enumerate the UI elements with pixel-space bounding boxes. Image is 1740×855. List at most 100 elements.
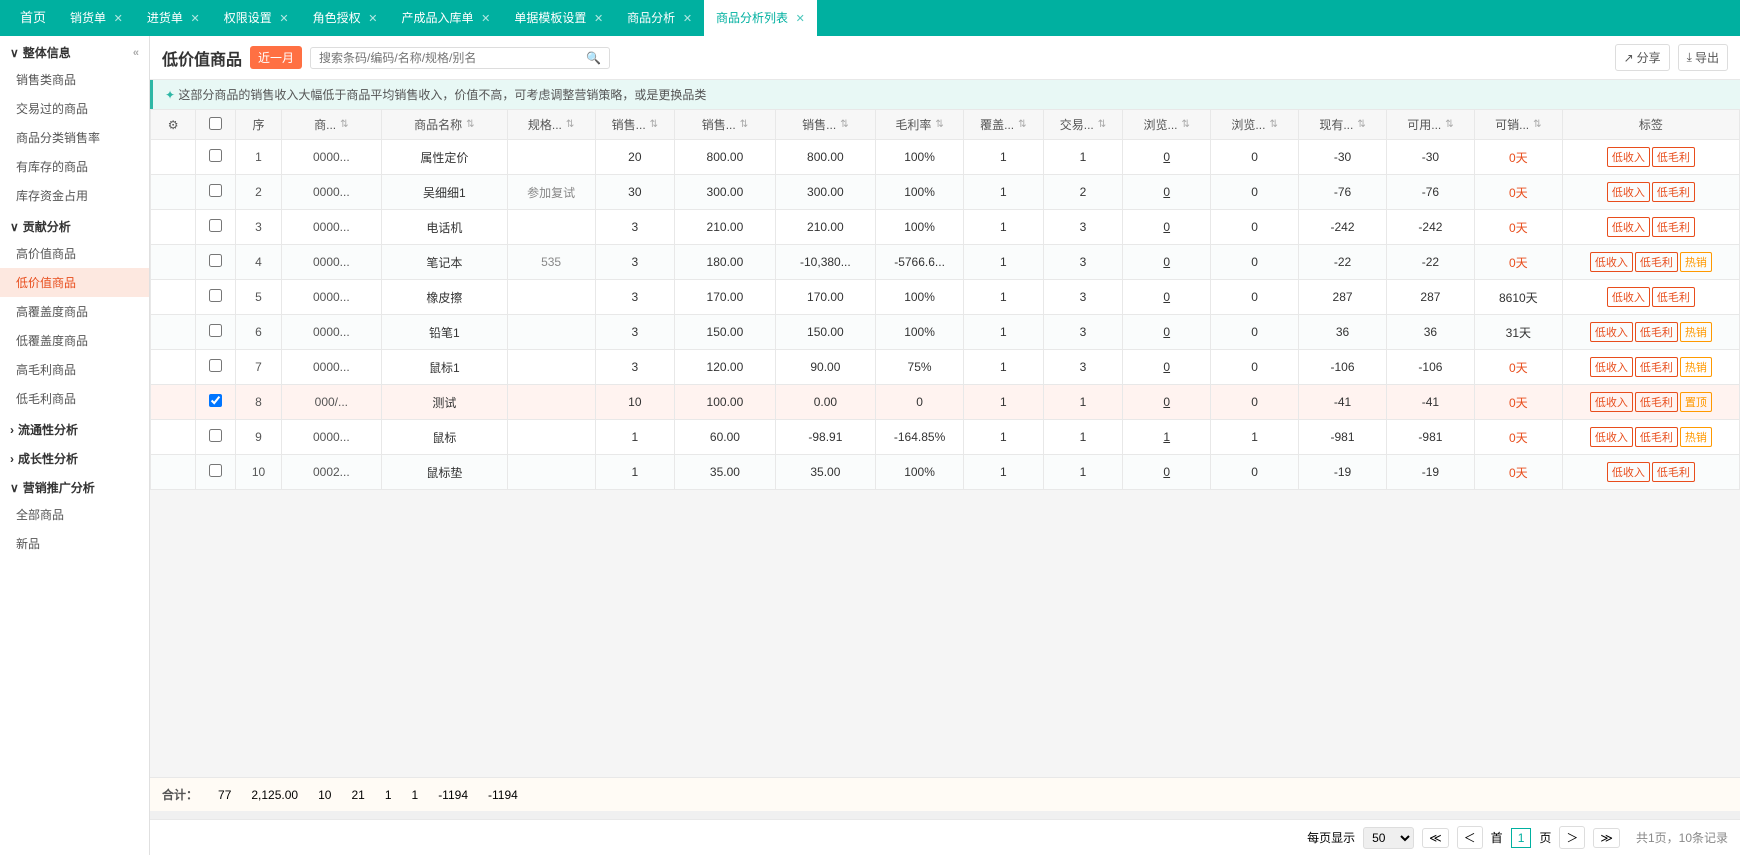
nav-item-product-analysis-list[interactable]: 商品分析列表 ✕: [704, 0, 817, 36]
sidebar-collapse-icon[interactable]: «: [133, 47, 139, 59]
row-browse1[interactable]: 0: [1123, 175, 1211, 210]
row-select-checkbox[interactable]: [209, 149, 222, 162]
row-browse1[interactable]: 0: [1123, 280, 1211, 315]
page-size-select[interactable]: 50 100 200: [1363, 827, 1414, 849]
col-header-sales-amt[interactable]: 销售...⇅: [675, 110, 775, 140]
sidebar: ∨ 整体信息 « 销售类商品 交易过的商品 商品分类销售率 有库存的商品 库存资…: [0, 36, 150, 855]
sidebar-item-new-goods[interactable]: 新品: [0, 529, 149, 558]
last-page-button[interactable]: ≫: [1593, 828, 1620, 848]
nav-item-permissions[interactable]: 权限设置 ✕: [212, 0, 301, 36]
row-select-checkbox[interactable]: [209, 394, 222, 407]
row-days: 0天: [1474, 140, 1562, 175]
row-days: 0天: [1474, 175, 1562, 210]
row-browse1[interactable]: 0: [1123, 210, 1211, 245]
sidebar-item-sales-goods[interactable]: 销售类商品: [0, 65, 149, 94]
row-checkbox[interactable]: [196, 350, 236, 385]
sidebar-item-traded-goods[interactable]: 交易过的商品: [0, 94, 149, 123]
nav-item-home[interactable]: 首页: [8, 0, 58, 36]
row-settings: [151, 420, 196, 455]
row-select-checkbox[interactable]: [209, 184, 222, 197]
nav-close-product-analysis-list[interactable]: ✕: [796, 13, 805, 25]
col-header-gross[interactable]: 毛利率⇅: [876, 110, 964, 140]
first-page-button[interactable]: ≪: [1422, 828, 1449, 848]
sidebar-item-low-coverage[interactable]: 低覆盖度商品: [0, 326, 149, 355]
sidebar-item-capital-occupation[interactable]: 库存资金占用: [0, 181, 149, 210]
sidebar-item-low-value[interactable]: 低价值商品: [0, 268, 149, 297]
nav-close-purchase[interactable]: ✕: [191, 13, 200, 25]
nav-item-sales[interactable]: 销货单 ✕: [58, 0, 135, 36]
nav-close-product-analysis[interactable]: ✕: [683, 13, 692, 25]
search-input[interactable]: [319, 51, 582, 65]
col-header-spec[interactable]: 规格...⇅: [507, 110, 595, 140]
col-header-sales-qty[interactable]: 销售...⇅: [595, 110, 675, 140]
col-header-stock[interactable]: 现有...⇅: [1299, 110, 1387, 140]
col-header-name[interactable]: 商品名称⇅: [382, 110, 508, 140]
search-icon[interactable]: 🔍: [586, 51, 601, 65]
row-select-checkbox[interactable]: [209, 359, 222, 372]
nav-close-permissions[interactable]: ✕: [279, 13, 288, 25]
sidebar-item-high-coverage[interactable]: 高覆盖度商品: [0, 297, 149, 326]
col-header-cover[interactable]: 覆盖...⇅: [964, 110, 1044, 140]
table-row: 3 0000... 电话机 3 210.00 210.00 100% 1 3 0…: [151, 210, 1740, 245]
sidebar-group-overall[interactable]: ∨ 整体信息 «: [0, 36, 149, 65]
sidebar-item-all-goods[interactable]: 全部商品: [0, 500, 149, 529]
col-header-avail[interactable]: 可用...⇅: [1386, 110, 1474, 140]
col-header-salable[interactable]: 可销...⇅: [1474, 110, 1562, 140]
horizontal-scrollbar[interactable]: [150, 811, 1740, 819]
row-select-checkbox[interactable]: [209, 254, 222, 267]
share-button[interactable]: ↗ 分享: [1615, 44, 1670, 71]
row-browse1[interactable]: 0: [1123, 350, 1211, 385]
row-checkbox[interactable]: [196, 420, 236, 455]
sidebar-item-category-sales[interactable]: 商品分类销售率: [0, 123, 149, 152]
col-header-browse1[interactable]: 浏览...⇅: [1123, 110, 1211, 140]
row-select-checkbox[interactable]: [209, 289, 222, 302]
row-checkbox[interactable]: [196, 455, 236, 490]
sidebar-group-marketing[interactable]: ∨ 营销推广分析: [0, 471, 149, 500]
nav-close-sales[interactable]: ✕: [114, 13, 123, 25]
row-checkbox[interactable]: [196, 140, 236, 175]
row-select-checkbox[interactable]: [209, 464, 222, 477]
row-checkbox[interactable]: [196, 385, 236, 420]
row-browse1[interactable]: 0: [1123, 455, 1211, 490]
row-browse1[interactable]: 1: [1123, 420, 1211, 455]
row-checkbox[interactable]: [196, 280, 236, 315]
nav-item-product-analysis[interactable]: 商品分析 ✕: [615, 0, 704, 36]
row-checkbox[interactable]: [196, 245, 236, 280]
sidebar-item-high-value[interactable]: 高价值商品: [0, 239, 149, 268]
nav-item-product-in[interactable]: 产成品入库单 ✕: [389, 0, 502, 36]
col-header-trade[interactable]: 交易...⇅: [1043, 110, 1123, 140]
select-all-checkbox[interactable]: [209, 117, 222, 130]
sidebar-item-low-margin[interactable]: 低毛利商品: [0, 384, 149, 413]
row-select-checkbox[interactable]: [209, 429, 222, 442]
row-browse1[interactable]: 0: [1123, 315, 1211, 350]
col-header-sales-avg[interactable]: 销售...⇅: [775, 110, 875, 140]
row-browse1[interactable]: 0: [1123, 245, 1211, 280]
filter-period-button[interactable]: 近一月: [250, 46, 302, 69]
nav-item-roles[interactable]: 角色授权 ✕: [301, 0, 390, 36]
row-browse1[interactable]: 0: [1123, 140, 1211, 175]
nav-item-template[interactable]: 单据模板设置 ✕: [502, 0, 615, 36]
row-select-checkbox[interactable]: [209, 219, 222, 232]
row-name: 铅笔1: [382, 315, 508, 350]
nav-item-purchase[interactable]: 进货单 ✕: [135, 0, 212, 36]
nav-close-product-in[interactable]: ✕: [481, 13, 490, 25]
row-checkbox[interactable]: [196, 210, 236, 245]
nav-close-template[interactable]: ✕: [594, 13, 603, 25]
col-header-browse2[interactable]: 浏览...⇅: [1211, 110, 1299, 140]
sidebar-group-growth[interactable]: › 成长性分析: [0, 442, 149, 471]
export-button[interactable]: ⤓ 导出: [1678, 44, 1728, 71]
sidebar-group-contribution[interactable]: ∨ 贡献分析: [0, 210, 149, 239]
row-checkbox[interactable]: [196, 175, 236, 210]
prev-page-button[interactable]: ＜: [1457, 826, 1483, 849]
sidebar-item-stocked-goods[interactable]: 有库存的商品: [0, 152, 149, 181]
sidebar-item-high-margin[interactable]: 高毛利商品: [0, 355, 149, 384]
nav-close-roles[interactable]: ✕: [368, 13, 377, 25]
next-page-button[interactable]: ＞: [1559, 826, 1585, 849]
col-header-code[interactable]: 商...⇅: [281, 110, 381, 140]
row-select-checkbox[interactable]: [209, 324, 222, 337]
row-checkbox[interactable]: [196, 315, 236, 350]
col-header-settings[interactable]: ⚙: [151, 110, 196, 140]
col-header-check[interactable]: [196, 110, 236, 140]
row-browse1[interactable]: 0: [1123, 385, 1211, 420]
sidebar-group-circulation[interactable]: › 流通性分析: [0, 413, 149, 442]
